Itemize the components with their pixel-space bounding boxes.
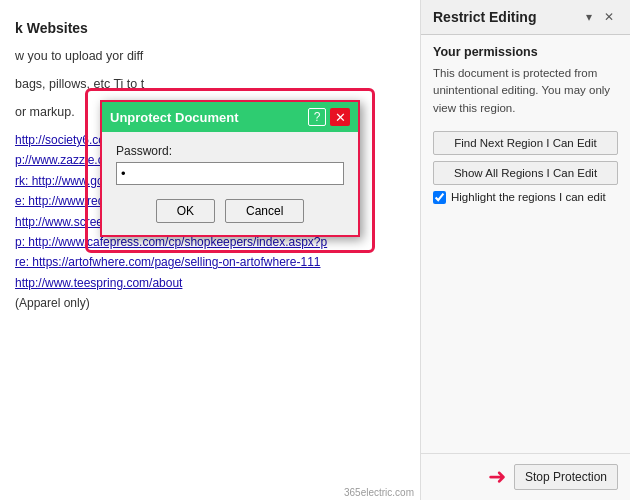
permissions-description: This document is protected from unintent… <box>433 65 618 117</box>
panel-controls: ▾ ✕ <box>582 8 618 26</box>
cancel-button[interactable]: Cancel <box>225 199 304 223</box>
permissions-heading: Your permissions <box>433 45 618 59</box>
dialog-buttons: OK Cancel <box>116 199 344 223</box>
panel-footer: ➜ Stop Protection <box>421 453 630 500</box>
dialog-title-buttons: ? ✕ <box>308 108 350 126</box>
highlight-checkbox-label[interactable]: Highlight the regions I can edit <box>451 191 606 203</box>
arrow-right-icon: ➜ <box>488 466 506 488</box>
panel-pin-button[interactable]: ▾ <box>582 8 596 26</box>
dialog-help-button[interactable]: ? <box>308 108 326 126</box>
dialog-title-text: Unprotect Document <box>110 110 239 125</box>
dialog-overlay: Unprotect Document ? ✕ Password: OK Canc… <box>0 0 420 500</box>
ok-button[interactable]: OK <box>156 199 215 223</box>
dialog-titlebar: Unprotect Document ? ✕ <box>102 102 358 132</box>
dialog-close-button[interactable]: ✕ <box>330 108 350 126</box>
highlight-checkbox-row: Highlight the regions I can edit <box>433 191 618 204</box>
password-label: Password: <box>116 144 344 158</box>
find-next-region-button[interactable]: Find Next Region I Can Edit <box>433 131 618 155</box>
restrict-editing-panel: Restrict Editing ▾ ✕ Your permissions Th… <box>420 0 630 500</box>
highlight-checkbox[interactable] <box>433 191 446 204</box>
dialog-body: Password: OK Cancel <box>102 132 358 235</box>
panel-title: Restrict Editing <box>433 9 536 25</box>
unprotect-dialog: Unprotect Document ? ✕ Password: OK Canc… <box>100 100 360 237</box>
stop-protection-button[interactable]: Stop Protection <box>514 464 618 490</box>
dialog-title-left: Unprotect Document <box>110 110 239 125</box>
password-input[interactable] <box>116 162 344 185</box>
panel-close-button[interactable]: ✕ <box>600 8 618 26</box>
document-area: k Websites w you to upload yor diff bags… <box>0 0 420 500</box>
panel-header: Restrict Editing ▾ ✕ <box>421 0 630 35</box>
panel-content: Your permissions This document is protec… <box>421 35 630 453</box>
show-all-regions-button[interactable]: Show All Regions I Can Edit <box>433 161 618 185</box>
